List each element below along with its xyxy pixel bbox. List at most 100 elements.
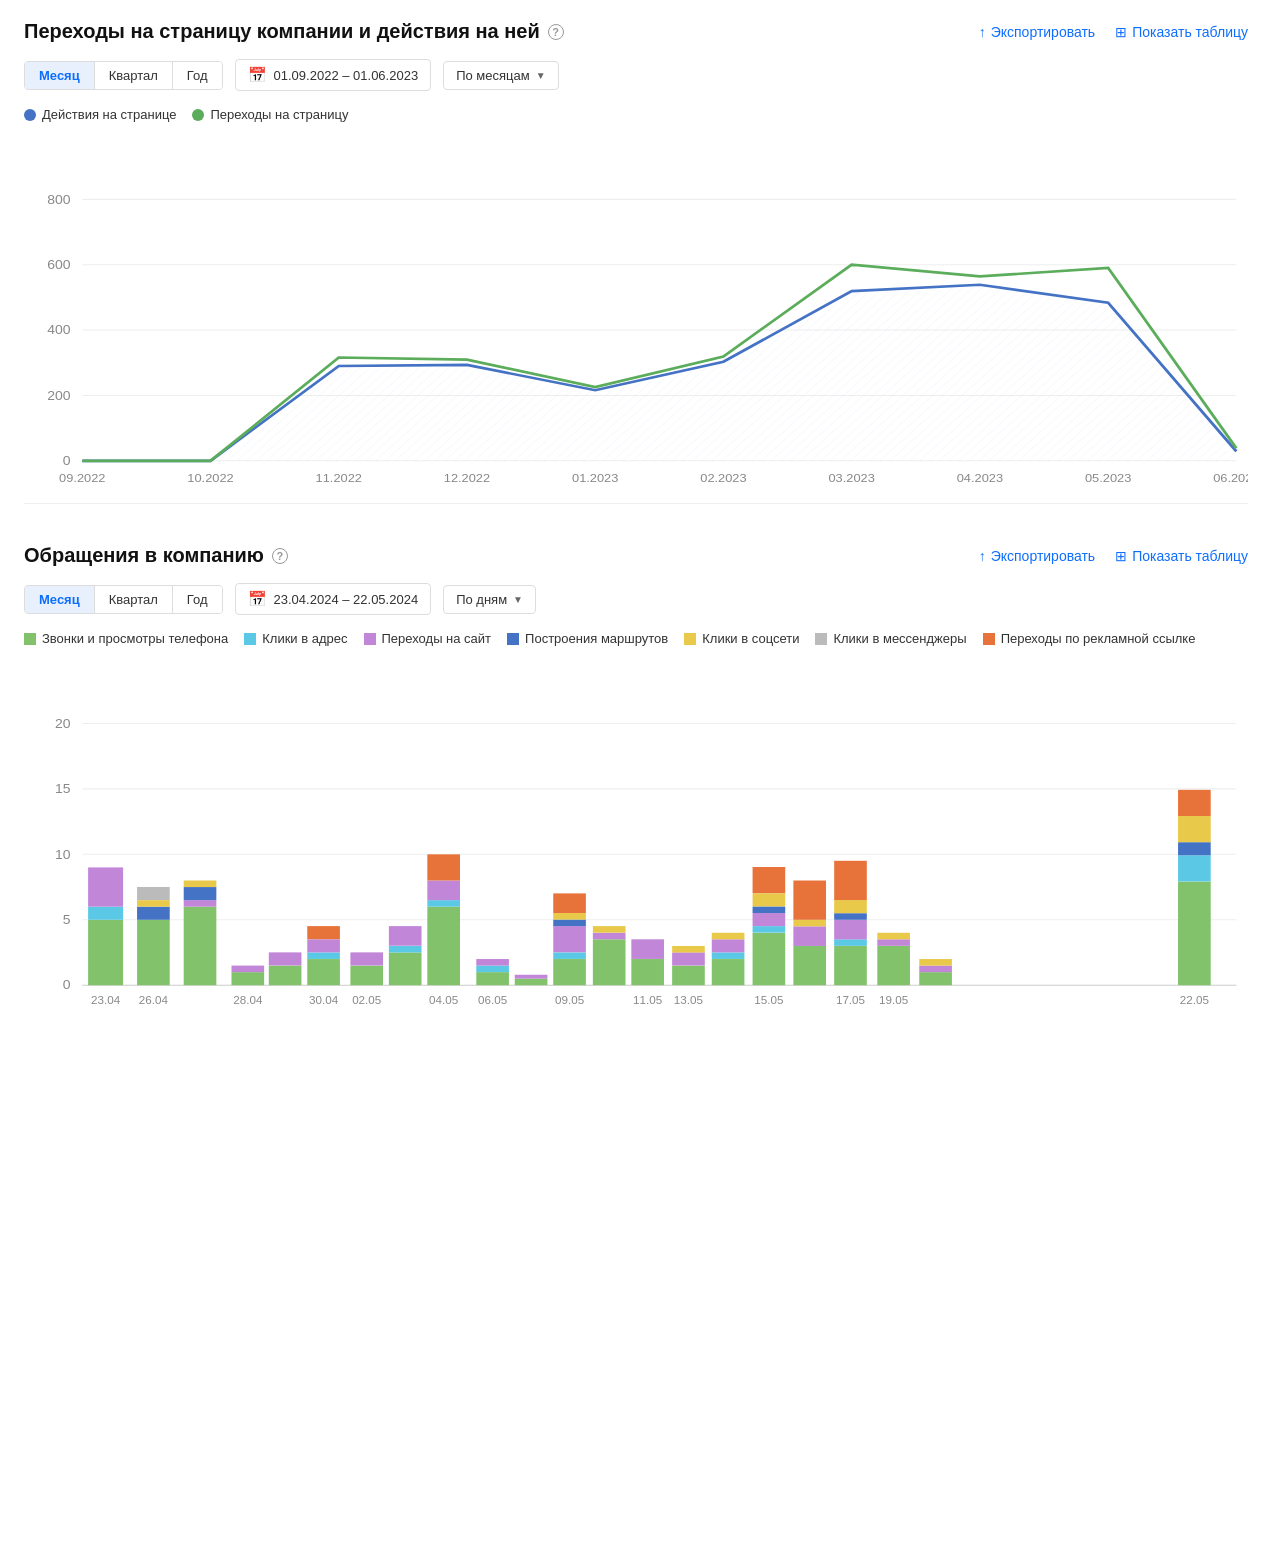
svg-rect-47 xyxy=(269,966,302,986)
svg-rect-38 xyxy=(137,887,170,900)
section2-export-link[interactable]: ↑ Экспортировать xyxy=(979,548,1095,564)
svg-rect-75 xyxy=(553,913,586,920)
svg-rect-42 xyxy=(184,887,217,900)
svg-text:200: 200 xyxy=(47,388,70,402)
legend-calls: Звонки и просмотры телефона xyxy=(24,631,228,646)
svg-rect-40 xyxy=(184,907,217,986)
svg-rect-65 xyxy=(476,972,509,985)
svg-rect-69 xyxy=(515,979,548,986)
svg-text:05.2023: 05.2023 xyxy=(1085,471,1132,484)
svg-text:22.05: 22.05 xyxy=(1180,995,1209,1006)
svg-rect-115 xyxy=(919,966,952,973)
svg-rect-57 xyxy=(389,953,422,986)
section1-table-link[interactable]: ⊞ Показать таблицу xyxy=(1115,24,1248,40)
legend-social-clicks: Клики в соцсети xyxy=(684,631,799,646)
calendar-icon-2: 📅 xyxy=(248,590,267,608)
tab-quarter-2[interactable]: Квартал xyxy=(95,586,173,613)
legend-sq-gray xyxy=(815,633,827,645)
svg-rect-94 xyxy=(753,913,786,926)
svg-rect-33 xyxy=(88,867,123,906)
svg-text:20: 20 xyxy=(55,716,71,730)
svg-rect-84 xyxy=(672,966,705,986)
svg-rect-49 xyxy=(307,959,340,985)
svg-text:30.04: 30.04 xyxy=(309,995,338,1006)
svg-rect-71 xyxy=(553,959,586,985)
section1-header: Переходы на страницу компании и действия… xyxy=(24,20,1248,43)
svg-rect-82 xyxy=(631,939,664,959)
section1-date-range[interactable]: 📅 01.09.2022 – 01.06.2023 xyxy=(235,59,432,91)
svg-rect-35 xyxy=(137,920,170,985)
section2-grouping[interactable]: По дням ▼ xyxy=(443,585,536,614)
section2-actions: ↑ Экспортировать ⊞ Показать таблицу xyxy=(979,548,1248,564)
svg-rect-54 xyxy=(350,966,383,986)
svg-text:600: 600 xyxy=(47,258,70,272)
section1-title-text: Переходы на страницу компании и действия… xyxy=(24,20,540,43)
svg-text:04.2023: 04.2023 xyxy=(957,471,1004,484)
svg-text:12.2022: 12.2022 xyxy=(444,471,491,484)
tab-month-1[interactable]: Месяц xyxy=(25,62,95,89)
svg-text:400: 400 xyxy=(47,323,70,337)
svg-rect-96 xyxy=(753,893,786,906)
section-page-transitions: Переходы на страницу компании и действия… xyxy=(24,20,1248,504)
section1-chart: 0 200 400 600 800 09.2022 10.2022 11.202… xyxy=(24,134,1248,504)
svg-rect-72 xyxy=(553,952,586,959)
svg-rect-95 xyxy=(753,906,786,913)
svg-rect-43 xyxy=(184,881,217,888)
svg-rect-81 xyxy=(631,959,664,985)
section-company-contacts: Обращения в компанию ? ↑ Экспортировать … xyxy=(24,544,1248,1038)
svg-text:17.05: 17.05 xyxy=(836,995,865,1006)
svg-rect-41 xyxy=(184,900,217,907)
svg-rect-116 xyxy=(919,959,952,966)
legend-sq-green xyxy=(24,633,36,645)
section2-period-tabs: Месяц Квартал Год xyxy=(24,585,223,614)
svg-rect-104 xyxy=(834,939,867,946)
legend-route-builds: Построения маршрутов xyxy=(507,631,668,646)
tab-quarter-1[interactable]: Квартал xyxy=(95,62,173,89)
svg-rect-55 xyxy=(350,952,383,965)
dropdown-arrow-1: ▼ xyxy=(536,70,546,81)
table-icon: ⊞ xyxy=(1115,24,1127,40)
svg-rect-119 xyxy=(1178,842,1211,855)
svg-rect-31 xyxy=(88,920,123,985)
svg-text:04.05: 04.05 xyxy=(429,995,458,1006)
svg-text:23.04: 23.04 xyxy=(91,995,120,1006)
legend-address-clicks: Клики в адрес xyxy=(244,631,347,646)
svg-rect-99 xyxy=(793,946,826,985)
tab-year-1[interactable]: Год xyxy=(173,62,222,89)
svg-rect-78 xyxy=(593,939,626,985)
section2-table-link[interactable]: ⊞ Показать таблицу xyxy=(1115,548,1248,564)
tab-year-2[interactable]: Год xyxy=(173,586,222,613)
section1-help-icon[interactable]: ? xyxy=(548,24,564,40)
section2-help-icon[interactable]: ? xyxy=(272,548,288,564)
legend-item-actions: Действия на странице xyxy=(24,107,176,122)
svg-rect-121 xyxy=(1178,790,1211,816)
section1-title: Переходы на страницу компании и действия… xyxy=(24,20,564,43)
svg-rect-91 xyxy=(712,933,745,940)
svg-rect-48 xyxy=(269,952,302,965)
tab-month-2[interactable]: Месяц xyxy=(25,586,95,613)
legend-item-transitions: Переходы на страницу xyxy=(192,107,348,122)
svg-rect-101 xyxy=(793,920,826,927)
svg-rect-36 xyxy=(137,907,170,920)
svg-rect-45 xyxy=(231,966,264,973)
svg-text:06.2023: 06.2023 xyxy=(1213,471,1248,484)
svg-rect-61 xyxy=(427,900,460,907)
legend-sq-cyan xyxy=(244,633,256,645)
svg-rect-67 xyxy=(476,959,509,966)
legend-dot-green xyxy=(192,109,204,121)
svg-rect-106 xyxy=(834,913,867,920)
section1-export-link[interactable]: ↑ Экспортировать xyxy=(979,24,1095,40)
section2-header: Обращения в компанию ? ↑ Экспортировать … xyxy=(24,544,1248,567)
legend-sq-blue xyxy=(507,633,519,645)
section1-controls: Месяц Квартал Год 📅 01.09.2022 – 01.06.2… xyxy=(24,59,1248,91)
svg-rect-97 xyxy=(753,867,786,893)
export-icon: ↑ xyxy=(979,24,986,40)
section1-grouping[interactable]: По месяцам ▼ xyxy=(443,61,558,90)
svg-text:01.2023: 01.2023 xyxy=(572,471,619,484)
legend-sq-orange xyxy=(983,633,995,645)
svg-rect-110 xyxy=(877,946,910,985)
svg-rect-80 xyxy=(593,926,626,933)
section2-date-range[interactable]: 📅 23.04.2024 – 22.05.2024 xyxy=(235,583,432,615)
svg-text:09.05: 09.05 xyxy=(555,995,584,1006)
svg-rect-58 xyxy=(389,946,422,953)
